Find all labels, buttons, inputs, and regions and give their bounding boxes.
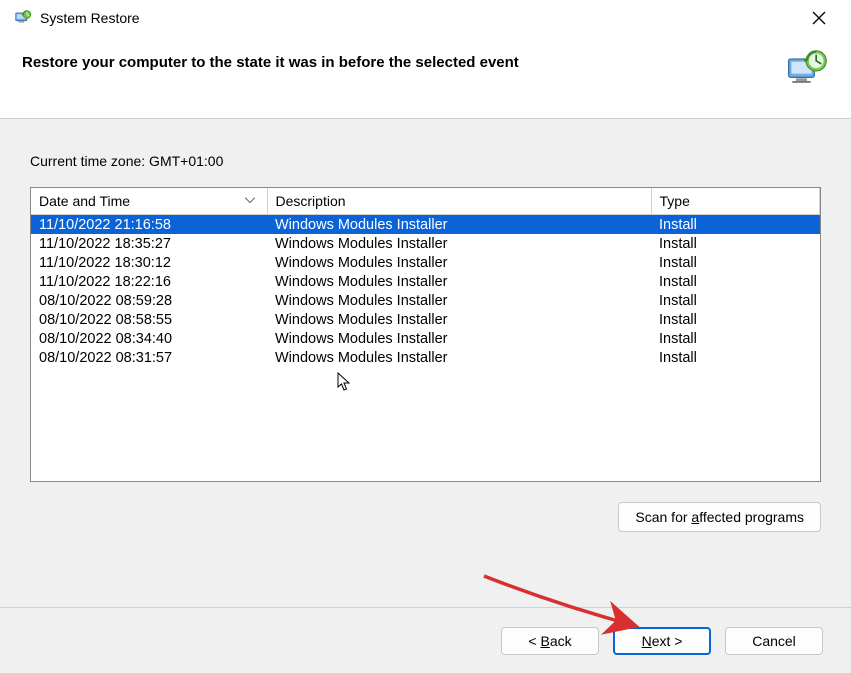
table-cell: 08/10/2022 08:31:57 [31, 348, 267, 367]
wizard-footer: < Back Next > Cancel [0, 607, 851, 673]
table-cell: Install [651, 215, 820, 235]
cancel-button[interactable]: Cancel [725, 627, 823, 655]
system-restore-icon [14, 9, 32, 27]
table-cell: Install [651, 234, 820, 253]
table-cell: Windows Modules Installer [267, 329, 651, 348]
close-button[interactable] [799, 4, 839, 32]
table-cell: Windows Modules Installer [267, 291, 651, 310]
table-row-empty [31, 389, 820, 411]
content-area: Current time zone: GMT+01:00 Date and Ti… [0, 119, 851, 607]
sort-descending-icon [245, 196, 255, 207]
table-cell: 08/10/2022 08:34:40 [31, 329, 267, 348]
column-header-label: Description [276, 193, 346, 209]
table-cell: 08/10/2022 08:58:55 [31, 310, 267, 329]
table-cell: 11/10/2022 18:22:16 [31, 272, 267, 291]
column-header-label: Date and Time [39, 193, 130, 209]
table-row[interactable]: 11/10/2022 18:22:16Windows Modules Insta… [31, 272, 820, 291]
table-cell: 11/10/2022 21:16:58 [31, 215, 267, 235]
table-row-empty [31, 411, 820, 433]
table-cell: 11/10/2022 18:35:27 [31, 234, 267, 253]
window-title: System Restore [40, 10, 140, 26]
table-cell: Install [651, 272, 820, 291]
table-row[interactable]: 08/10/2022 08:58:55Windows Modules Insta… [31, 310, 820, 329]
table-row-empty [31, 367, 820, 389]
table-cell: Windows Modules Installer [267, 215, 651, 235]
table-row[interactable]: 08/10/2022 08:31:57Windows Modules Insta… [31, 348, 820, 367]
table-cell: Install [651, 310, 820, 329]
table-row[interactable]: 08/10/2022 08:59:28Windows Modules Insta… [31, 291, 820, 310]
page-heading: Restore your computer to the state it wa… [22, 48, 785, 71]
restore-points-table: Date and Time Description Type 11/10/202… [30, 187, 821, 482]
table-row[interactable]: 08/10/2022 08:34:40Windows Modules Insta… [31, 329, 820, 348]
close-icon [812, 11, 826, 25]
table-cell: 11/10/2022 18:30:12 [31, 253, 267, 272]
titlebar: System Restore [0, 0, 851, 34]
table-cell: Windows Modules Installer [267, 272, 651, 291]
column-header-description[interactable]: Description [267, 188, 651, 215]
table-cell: Install [651, 291, 820, 310]
next-button[interactable]: Next > [613, 627, 711, 655]
table-cell: Install [651, 348, 820, 367]
system-restore-large-icon [785, 48, 829, 92]
table-cell: Windows Modules Installer [267, 348, 651, 367]
table-cell: Install [651, 329, 820, 348]
table-cell: Windows Modules Installer [267, 234, 651, 253]
back-button[interactable]: < Back [501, 627, 599, 655]
scan-affected-programs-button[interactable]: Scan for affected programs [618, 502, 821, 532]
table-cell: Install [651, 253, 820, 272]
table-row[interactable]: 11/10/2022 18:35:27Windows Modules Insta… [31, 234, 820, 253]
column-header-datetime[interactable]: Date and Time [31, 188, 267, 215]
table-row[interactable]: 11/10/2022 18:30:12Windows Modules Insta… [31, 253, 820, 272]
column-header-type[interactable]: Type [651, 188, 820, 215]
table-row[interactable]: 11/10/2022 21:16:58Windows Modules Insta… [31, 215, 820, 235]
column-header-label: Type [660, 193, 690, 209]
table-cell: Windows Modules Installer [267, 310, 651, 329]
timezone-label: Current time zone: GMT+01:00 [30, 153, 821, 169]
table-cell: 08/10/2022 08:59:28 [31, 291, 267, 310]
wizard-header: Restore your computer to the state it wa… [0, 34, 851, 119]
table-cell: Windows Modules Installer [267, 253, 651, 272]
